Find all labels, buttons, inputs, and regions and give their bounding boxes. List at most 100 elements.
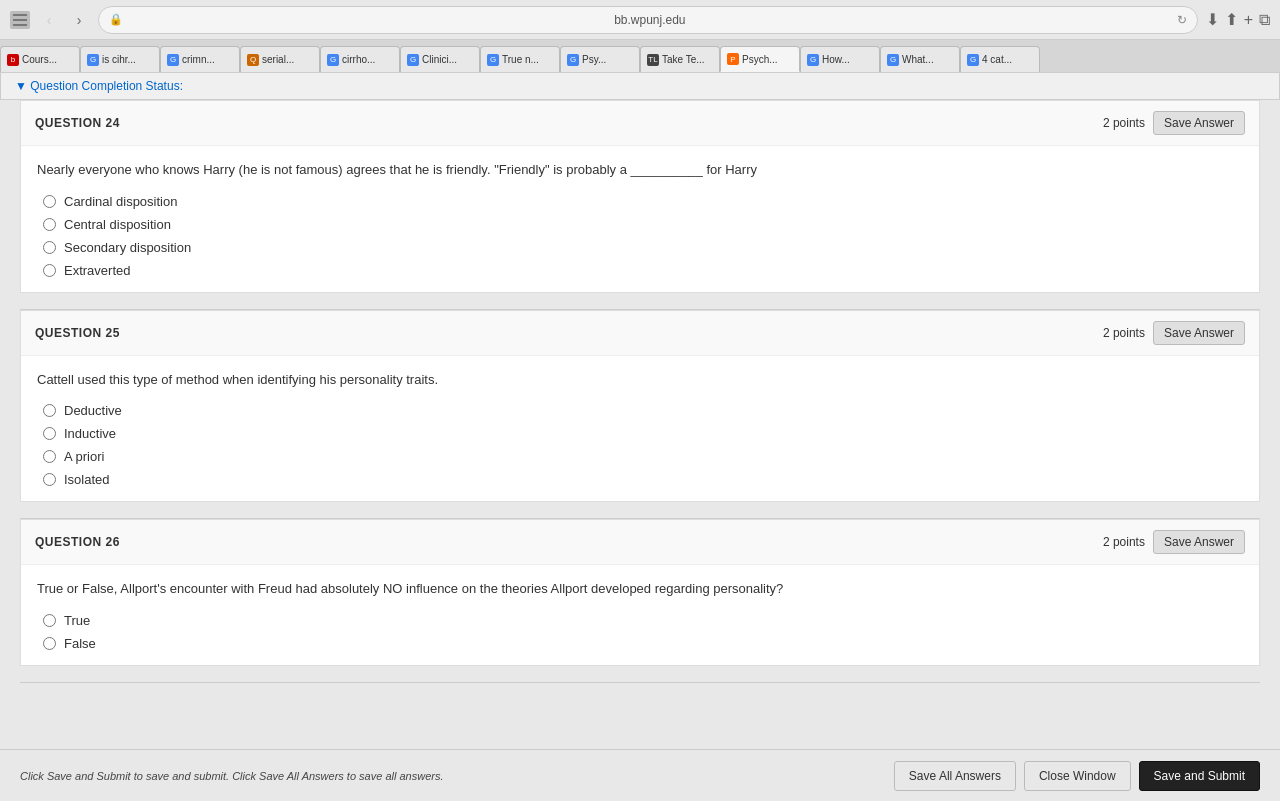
divider-26-end	[20, 682, 1260, 683]
tab-label-crimn: crimn...	[182, 54, 215, 65]
question-header-24: QUESTION 24 2 points Save Answer	[21, 101, 1259, 146]
answer-option-24b: Central disposition	[43, 217, 1243, 232]
tab-psy[interactable]: G Psy...	[560, 46, 640, 72]
share-button[interactable]: ⬆	[1225, 10, 1238, 29]
answer-option-25c: A priori	[43, 449, 1243, 464]
tab-take-te[interactable]: TL Take Te...	[640, 46, 720, 72]
tab-favicon-true-n: G	[487, 54, 499, 66]
svg-rect-2	[13, 24, 27, 26]
radio-25a[interactable]	[43, 404, 56, 417]
new-tab-button[interactable]: +	[1244, 11, 1253, 29]
forward-button[interactable]: ›	[68, 9, 90, 31]
answer-options-26: True False	[37, 613, 1243, 651]
answer-option-25a: Deductive	[43, 403, 1243, 418]
tab-label-clinici: Clinici...	[422, 54, 457, 65]
reload-button[interactable]: ↻	[1177, 13, 1187, 27]
svg-rect-0	[13, 14, 27, 16]
tab-cours[interactable]: b Cours...	[0, 46, 80, 72]
label-24b[interactable]: Central disposition	[64, 217, 171, 232]
radio-26a[interactable]	[43, 614, 56, 627]
radio-25b[interactable]	[43, 427, 56, 440]
tab-true-n[interactable]: G True n...	[480, 46, 560, 72]
question-body-26: True or False, Allport's encounter with …	[21, 565, 1259, 665]
save-all-answers-button[interactable]: Save All Answers	[894, 761, 1016, 791]
save-answer-button-25[interactable]: Save Answer	[1153, 321, 1245, 345]
tab-label-serial: serial...	[262, 54, 294, 65]
answer-option-26a: True	[43, 613, 1243, 628]
tab-label-cihr: is cihr...	[102, 54, 136, 65]
download-button[interactable]: ⬇	[1206, 10, 1219, 29]
question-number-24: QUESTION 24	[35, 116, 120, 130]
tab-favicon-cihr: G	[87, 54, 99, 66]
save-and-submit-button[interactable]: Save and Submit	[1139, 761, 1260, 791]
sidebar-toggle-button[interactable]	[10, 11, 30, 29]
svg-rect-1	[13, 19, 27, 21]
tab-label-how: How...	[822, 54, 850, 65]
tab-serial[interactable]: Q serial...	[240, 46, 320, 72]
tab-label-take-te: Take Te...	[662, 54, 705, 65]
radio-24a[interactable]	[43, 195, 56, 208]
radio-25c[interactable]	[43, 450, 56, 463]
question-header-25: QUESTION 25 2 points Save Answer	[21, 311, 1259, 356]
address-bar[interactable]: 🔒 bb.wpunj.edu ↻	[98, 6, 1198, 34]
save-answer-button-26[interactable]: Save Answer	[1153, 530, 1245, 554]
tab-favicon-psych: P	[727, 53, 739, 65]
tab-label-what: What...	[902, 54, 934, 65]
windows-button[interactable]: ⧉	[1259, 11, 1270, 29]
label-25b[interactable]: Inductive	[64, 426, 116, 441]
radio-24c[interactable]	[43, 241, 56, 254]
close-window-button[interactable]: Close Window	[1024, 761, 1131, 791]
tab-psych[interactable]: P Psych...	[720, 46, 800, 72]
question-number-26: QUESTION 26	[35, 535, 120, 549]
tab-favicon-cirrho: G	[327, 54, 339, 66]
points-badge-24: 2 points	[1103, 116, 1145, 130]
save-answer-button-24[interactable]: Save Answer	[1153, 111, 1245, 135]
tab-4cat[interactable]: G 4 cat...	[960, 46, 1040, 72]
tab-favicon-psy: G	[567, 54, 579, 66]
label-26a[interactable]: True	[64, 613, 90, 628]
question-block-26: QUESTION 26 2 points Save Answer True or…	[20, 519, 1260, 666]
question-points-group-25: 2 points Save Answer	[1103, 321, 1245, 345]
tab-label-cirrho: cirrho...	[342, 54, 375, 65]
label-25c[interactable]: A priori	[64, 449, 104, 464]
content-area: QUESTION 24 2 points Save Answer Nearly …	[0, 100, 1280, 749]
radio-25d[interactable]	[43, 473, 56, 486]
tab-clinici[interactable]: G Clinici...	[400, 46, 480, 72]
back-button[interactable]: ‹	[38, 9, 60, 31]
question-text-24: Nearly everyone who knows Harry (he is n…	[37, 160, 1243, 180]
tab-favicon-how: G	[807, 54, 819, 66]
radio-26b[interactable]	[43, 637, 56, 650]
label-25d[interactable]: Isolated	[64, 472, 110, 487]
tab-what[interactable]: G What...	[880, 46, 960, 72]
url-display: bb.wpunj.edu	[129, 13, 1171, 27]
label-25a[interactable]: Deductive	[64, 403, 122, 418]
question-text-26: True or False, Allport's encounter with …	[37, 579, 1243, 599]
question-body-25: Cattell used this type of method when id…	[21, 356, 1259, 502]
label-24d[interactable]: Extraverted	[64, 263, 130, 278]
answer-option-26b: False	[43, 636, 1243, 651]
question-completion-status[interactable]: ▼ Question Completion Status:	[0, 72, 1280, 100]
browser-toolbar: ‹ › 🔒 bb.wpunj.edu ↻ ⬇ ⬆ + ⧉	[0, 0, 1280, 40]
label-24a[interactable]: Cardinal disposition	[64, 194, 177, 209]
question-block-24: QUESTION 24 2 points Save Answer Nearly …	[20, 100, 1260, 293]
tab-label-cours: Cours...	[22, 54, 57, 65]
tabs-bar: b Cours... G is cihr... G crimn... Q ser…	[0, 40, 1280, 72]
radio-24d[interactable]	[43, 264, 56, 277]
label-24c[interactable]: Secondary disposition	[64, 240, 191, 255]
tab-cirrho[interactable]: G cirrho...	[320, 46, 400, 72]
tab-label-4cat: 4 cat...	[982, 54, 1012, 65]
tab-cihr[interactable]: G is cihr...	[80, 46, 160, 72]
browser-chrome: ‹ › 🔒 bb.wpunj.edu ↻ ⬇ ⬆ + ⧉ b Cours... …	[0, 0, 1280, 72]
tab-label-true-n: True n...	[502, 54, 539, 65]
question-block-25: QUESTION 25 2 points Save Answer Cattell…	[20, 310, 1260, 503]
browser-actions: ⬇ ⬆ + ⧉	[1206, 10, 1270, 29]
radio-24b[interactable]	[43, 218, 56, 231]
answer-option-24c: Secondary disposition	[43, 240, 1243, 255]
tab-favicon-4cat: G	[967, 54, 979, 66]
tab-how[interactable]: G How...	[800, 46, 880, 72]
points-badge-26: 2 points	[1103, 535, 1145, 549]
label-26b[interactable]: False	[64, 636, 96, 651]
tab-crimn[interactable]: G crimn...	[160, 46, 240, 72]
tab-favicon-clinici: G	[407, 54, 419, 66]
footer-instruction: Click Save and Submit to save and submit…	[20, 770, 443, 782]
